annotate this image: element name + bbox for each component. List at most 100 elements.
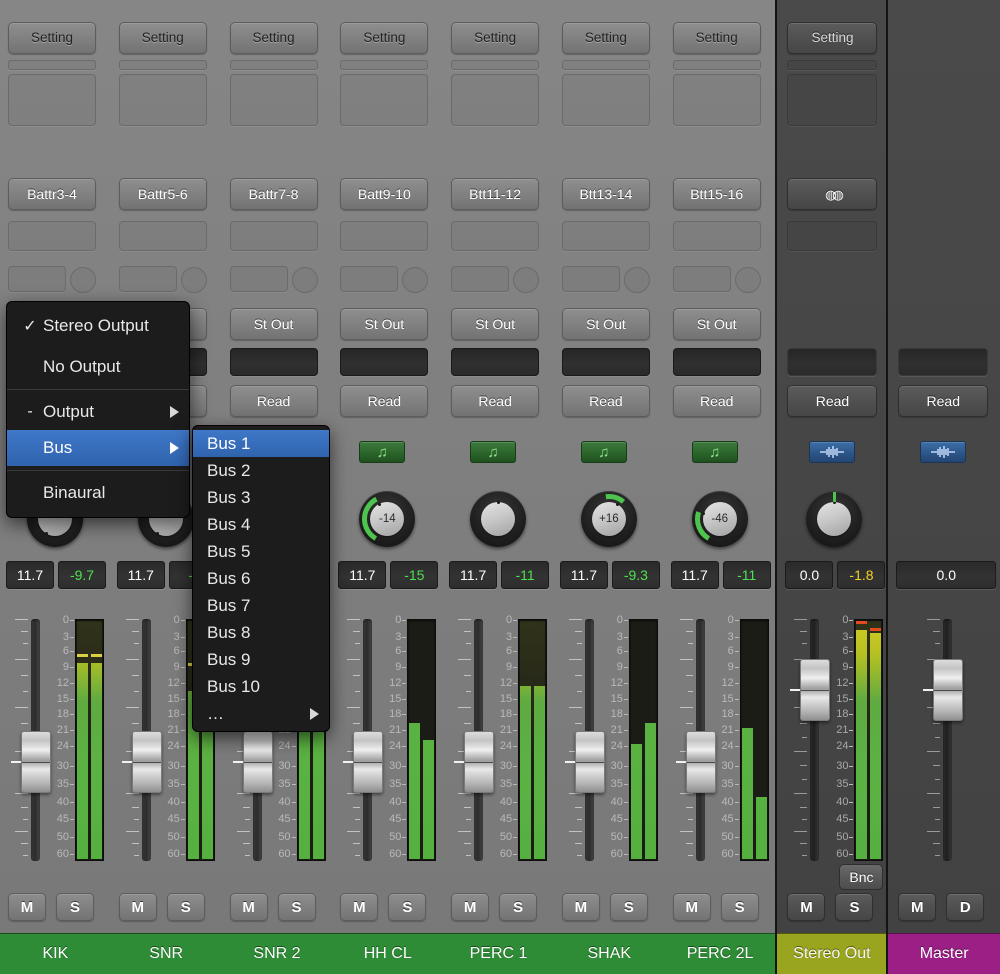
channel-name-plate[interactable]: Master xyxy=(888,933,1000,974)
input-button[interactable]: Batt9-10 xyxy=(340,178,428,210)
eq-thumbnail-slot[interactable] xyxy=(451,60,539,70)
submenu-item-bus-8[interactable]: Bus 8 xyxy=(193,619,329,646)
volume-fader[interactable] xyxy=(785,619,829,861)
menu-item-stereo-output[interactable]: ✓Stereo Output xyxy=(7,308,189,344)
submenu-item-bus-10[interactable]: Bus 10 xyxy=(193,673,329,700)
fader-handle[interactable] xyxy=(800,659,830,721)
eq-thumbnail-slot[interactable] xyxy=(562,60,650,70)
automation-mode-button[interactable]: Read xyxy=(787,385,877,417)
send-slot-1[interactable] xyxy=(340,266,398,292)
fader-handle[interactable] xyxy=(933,659,963,721)
automation-mode-button[interactable]: Read xyxy=(673,385,761,417)
insert-slot-1[interactable] xyxy=(451,221,539,251)
mute-button[interactable]: M xyxy=(8,893,46,921)
send-level-knob[interactable] xyxy=(181,267,207,293)
automation-mode-button[interactable]: Read xyxy=(230,385,318,417)
setting-button[interactable]: Setting xyxy=(340,22,428,54)
setting-button[interactable]: Setting xyxy=(673,22,761,54)
fader-handle[interactable] xyxy=(132,731,162,793)
stereo-pair-icon[interactable]: ◍◍ xyxy=(787,178,877,210)
insert-slot-1[interactable] xyxy=(787,221,877,251)
insert-slot-1[interactable] xyxy=(673,221,761,251)
setting-button[interactable]: Setting xyxy=(562,22,650,54)
eq-display-slot[interactable] xyxy=(787,74,877,126)
menu-item-binaural[interactable]: Binaural xyxy=(7,475,189,511)
output-context-menu[interactable]: ✓Stereo OutputNo Output-OutputBusBinaura… xyxy=(6,301,190,518)
group-slot[interactable] xyxy=(898,348,988,376)
volume-fader[interactable] xyxy=(449,619,493,861)
fader-handle[interactable] xyxy=(686,731,716,793)
group-slot[interactable] xyxy=(787,348,877,376)
eq-display-slot[interactable] xyxy=(119,74,207,126)
solo-button[interactable]: S xyxy=(721,893,759,921)
send-slot-1[interactable] xyxy=(562,266,620,292)
eq-thumbnail-slot[interactable] xyxy=(230,60,318,70)
channel-name-plate[interactable]: PERC 2L xyxy=(665,933,776,974)
automation-mode-button[interactable]: Read xyxy=(451,385,539,417)
setting-button[interactable]: Setting xyxy=(451,22,539,54)
channel-name-plate[interactable]: SHAK xyxy=(554,933,665,974)
volume-fader[interactable] xyxy=(671,619,715,861)
pan-knob[interactable]: -14 xyxy=(359,491,415,547)
send-slot-1[interactable] xyxy=(8,266,66,292)
mute-button[interactable]: M xyxy=(562,893,600,921)
send-slot-1[interactable] xyxy=(230,266,288,292)
output-button[interactable]: St Out xyxy=(340,308,428,340)
send-level-knob[interactable] xyxy=(624,267,650,293)
input-button[interactable]: Btt13-14 xyxy=(562,178,650,210)
menu-item-bus[interactable]: Bus xyxy=(7,430,189,466)
output-button[interactable]: St Out xyxy=(673,308,761,340)
submenu-item-bus-6[interactable]: Bus 6 xyxy=(193,565,329,592)
eq-display-slot[interactable] xyxy=(230,74,318,126)
output-button[interactable]: St Out xyxy=(451,308,539,340)
fader-handle[interactable] xyxy=(243,731,273,793)
music-note-icon[interactable]: ♫ xyxy=(581,441,627,463)
output-button[interactable]: St Out xyxy=(562,308,650,340)
insert-slot-1[interactable] xyxy=(340,221,428,251)
eq-display-slot[interactable] xyxy=(8,74,96,126)
bus-submenu[interactable]: Bus 1Bus 2Bus 3Bus 4Bus 5Bus 6Bus 7Bus 8… xyxy=(192,425,330,732)
eq-thumbnail-slot[interactable] xyxy=(340,60,428,70)
mute-button[interactable]: M xyxy=(340,893,378,921)
insert-slot-1[interactable] xyxy=(8,221,96,251)
group-slot[interactable] xyxy=(562,348,650,376)
volume-fader[interactable] xyxy=(918,619,962,861)
send-level-knob[interactable] xyxy=(292,267,318,293)
automation-mode-button[interactable]: Read xyxy=(340,385,428,417)
setting-button[interactable]: Setting xyxy=(230,22,318,54)
submenu-item-bus-3[interactable]: Bus 3 xyxy=(193,484,329,511)
send-slot-1[interactable] xyxy=(451,266,509,292)
setting-button[interactable]: Setting xyxy=(787,22,877,54)
submenu-item-bus-2[interactable]: Bus 2 xyxy=(193,457,329,484)
eq-thumbnail-slot[interactable] xyxy=(119,60,207,70)
volume-fader[interactable] xyxy=(560,619,604,861)
mute-button[interactable]: M xyxy=(673,893,711,921)
mute-button[interactable]: M xyxy=(119,893,157,921)
submenu-item-more[interactable]: … xyxy=(193,700,329,727)
insert-slot-1[interactable] xyxy=(562,221,650,251)
channel-name-plate[interactable]: PERC 1 xyxy=(443,933,554,974)
eq-display-slot[interactable] xyxy=(673,74,761,126)
group-slot[interactable] xyxy=(673,348,761,376)
send-slot-1[interactable] xyxy=(673,266,731,292)
group-slot[interactable] xyxy=(340,348,428,376)
channel-name-plate[interactable]: HH CL xyxy=(332,933,443,974)
fader-handle[interactable] xyxy=(353,731,383,793)
channel-name-plate[interactable]: Stereo Out xyxy=(777,933,886,974)
fader-handle[interactable] xyxy=(21,731,51,793)
music-note-icon[interactable]: ♫ xyxy=(359,441,405,463)
music-note-icon[interactable]: ♫ xyxy=(692,441,738,463)
eq-display-slot[interactable] xyxy=(340,74,428,126)
mute-button[interactable]: M xyxy=(898,893,936,921)
setting-button[interactable]: Setting xyxy=(119,22,207,54)
automation-mode-button[interactable]: Read xyxy=(562,385,650,417)
solo-button[interactable]: S xyxy=(499,893,537,921)
channel-name-plate[interactable]: KIK xyxy=(0,933,111,974)
input-button[interactable]: Btt15-16 xyxy=(673,178,761,210)
waveform-icon[interactable] xyxy=(920,441,966,463)
insert-slot-1[interactable] xyxy=(230,221,318,251)
mute-button[interactable]: M xyxy=(230,893,268,921)
volume-fader[interactable] xyxy=(117,619,161,861)
solo-button[interactable]: S xyxy=(388,893,426,921)
mute-button[interactable]: M xyxy=(787,893,825,921)
